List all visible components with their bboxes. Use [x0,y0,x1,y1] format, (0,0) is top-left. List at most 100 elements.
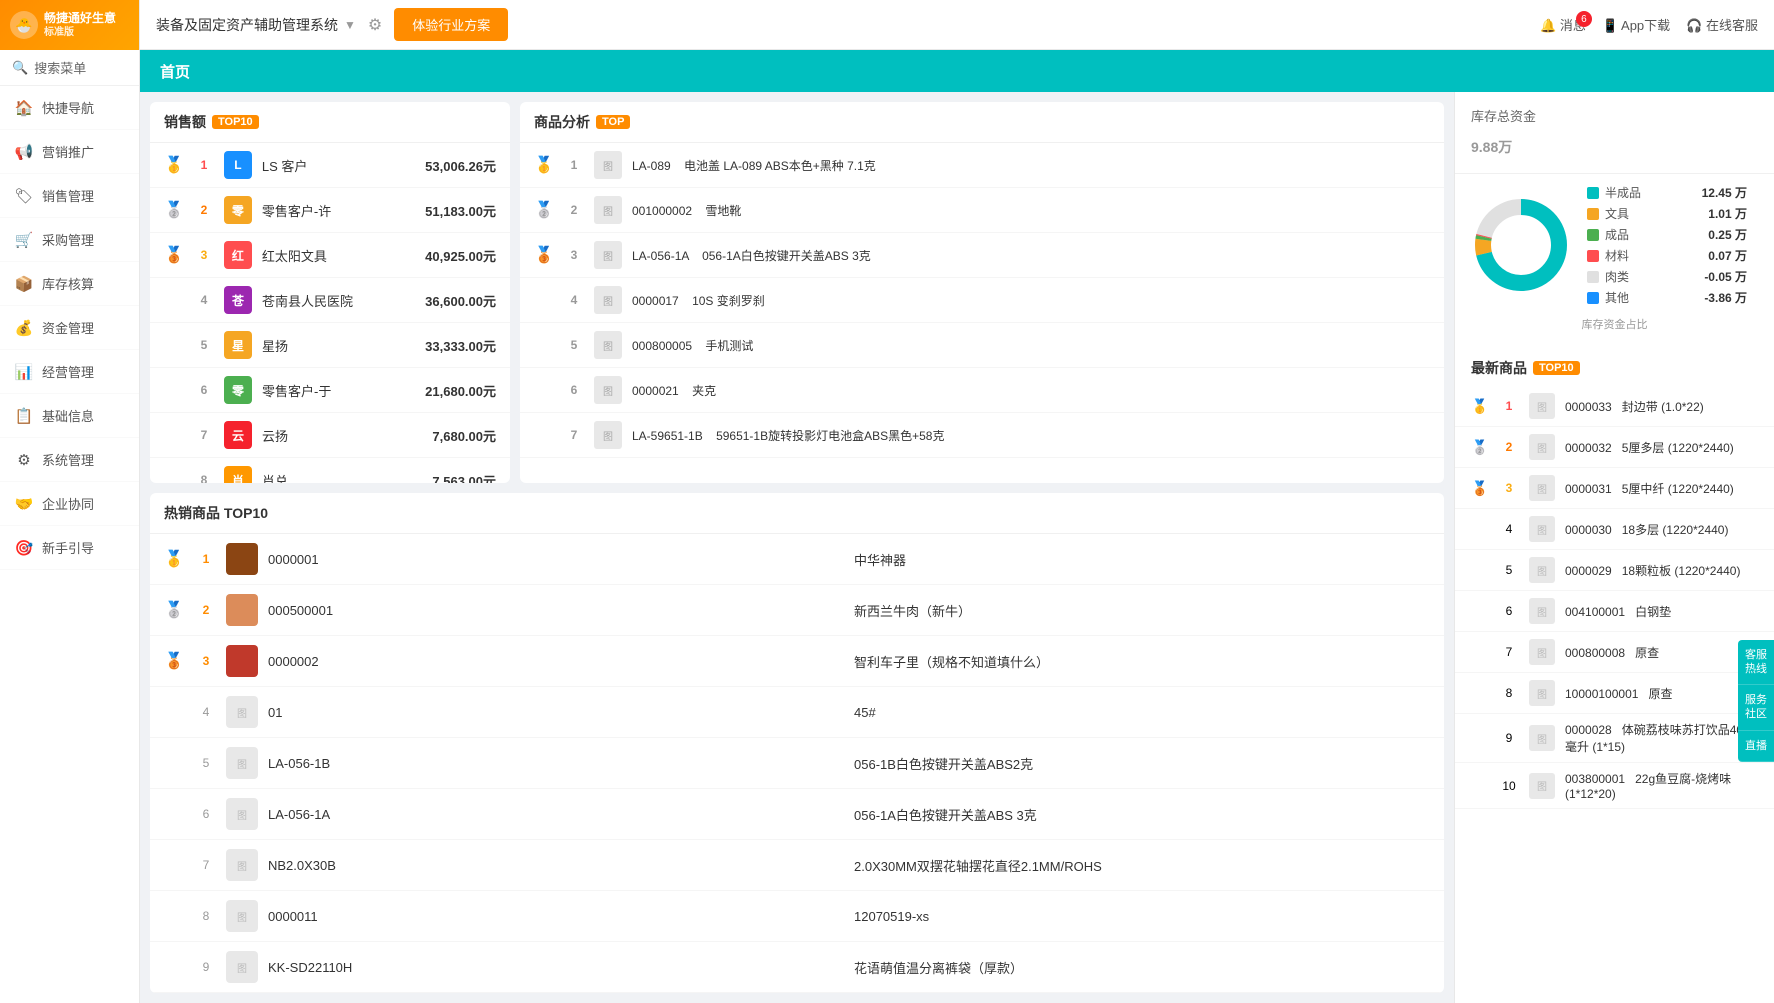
hot-list: 🥇 1 0000001 中华神器 🥈 2 000500001 新西兰牛肉（新牛）… [150,534,1444,993]
product-item: 4 图 0000017 10S 变刹罗刹 [520,278,1444,323]
product-rank: 7 [564,428,584,442]
new-product-code: 0000031 [1565,482,1612,496]
product-rank: 1 [564,158,584,172]
medal-icon: 🥇 [164,155,184,175]
right-panel: 库存总资金 9.88万 [1454,92,1774,1003]
product-medal: 🥈 [534,200,554,220]
hot-name: 新西兰牛肉（新牛） [854,601,1430,620]
sidebar-item-operations[interactable]: 📊经营管理 [0,350,139,394]
new-product-info: 0000030 18多层 (1220*2440) [1565,521,1758,538]
new-product-item: 7 图 000800008 原查 [1455,632,1774,673]
sales-ranking-header: 销售额 TOP10 [150,102,510,143]
app-download[interactable]: 📱 App下载 [1602,15,1670,34]
new-product-code: 0000032 [1565,441,1612,455]
inventory-amount: 9.88万 [1471,131,1758,159]
rank-amount: 51,183.00元 [425,201,496,220]
rank-amount: 33,333.00元 [425,336,496,355]
hot-products-header: 热销商品 TOP10 [150,493,1444,534]
hot-rank: 7 [196,858,216,872]
new-product-thumb: 图 [1529,557,1555,583]
new-product-item: 5 图 0000029 18颗粒板 (1220*2440) [1455,550,1774,591]
new-rank: 7 [1499,645,1519,659]
inventory-unit: 万 [1498,139,1512,155]
donut-chart [1471,195,1571,295]
hot-thumb [226,543,258,575]
new-product-thumb: 图 [1529,639,1555,665]
product-thumb: 图 [594,376,622,404]
sidebar-item-guide[interactable]: 🎯新手引导 [0,526,139,570]
gear-icon[interactable]: ⚙ [368,15,382,35]
new-products-label: 最新商品 [1471,358,1527,378]
rank-number: 5 [194,338,214,352]
hot-item: 4 图 01 45# [150,687,1444,738]
rank-amount: 53,006.26元 [425,156,496,175]
hot-name: 花语萌值温分离裤袋（厚款） [854,958,1430,977]
new-product-info: 0000028 体碗荔枝味苏打饮品400毫升 (1*15) [1565,721,1758,755]
nav-label-inventory: 库存核算 [42,274,94,293]
rank-avatar: 零 [224,376,252,404]
nav-icon-basics: 📋 [14,407,34,425]
product-name: 电池盖 LA-089 ABS本色+黑种 7.1克 [684,159,876,173]
medal-icon: 🥉 [164,245,184,265]
sidebar-item-sales[interactable]: 🏷销售管理 [0,174,139,218]
rank-item: 6 零 零售客户-于 21,680.00元 [150,368,510,413]
new-product-name: 原查 [1635,646,1659,660]
product-info: 0000021 夹克 [632,382,1430,399]
sidebar-item-system[interactable]: ⚙系统管理 [0,438,139,482]
nav-icon-system: ⚙ [14,451,34,469]
rank-avatar: 星 [224,331,252,359]
inventory-section: 库存总资金 9.88万 [1455,92,1774,174]
hot-code: KK-SD22110H [268,960,844,975]
hot-item: 9 图 KK-SD22110H 花语萌值温分离裤袋（厚款） [150,942,1444,993]
sidebar-item-marketing[interactable]: 📢营销推广 [0,130,139,174]
product-thumb: 图 [594,151,622,179]
new-product-thumb: 图 [1529,393,1555,419]
notification-bell[interactable]: 🔔 消息 6 [1540,15,1586,34]
nav-icon-quick-nav: 🏠 [14,99,34,117]
hot-item: 8 图 0000011 12070519-xs [150,891,1444,942]
legend-item: 材料 0.07 万 [1587,247,1747,264]
new-products-list: 🥇 1 图 0000033 封边带 (1.0*22) 🥈 2 图 0000032… [1455,386,1774,809]
new-rank: 1 [1499,399,1519,413]
product-info: LA-59651-1B 59651-1B旋转投影灯电池盒ABS黑色+58克 [632,427,1430,444]
logo-icon: 🐣 [10,11,38,39]
sidebar-item-inventory[interactable]: 📦库存核算 [0,262,139,306]
medal-icon: 🥈 [164,200,184,220]
float-btn-community[interactable]: 服务社区 [1738,685,1774,731]
app-download-label: App下载 [1621,18,1670,33]
float-btn-service[interactable]: 客服热线 [1738,640,1774,686]
hot-medal: 🥇 [164,549,186,569]
rank-avatar: 红 [224,241,252,269]
sidebar-item-purchase[interactable]: 🛒采购管理 [0,218,139,262]
product-info: 001000002 雪地靴 [632,202,1430,219]
product-code: 0000021 [632,384,679,398]
hot-name: 056-1B白色按键开关盖ABS2克 [854,754,1430,773]
hot-thumb: 图 [226,798,258,830]
product-item: 🥇 1 图 LA-089 电池盖 LA-089 ABS本色+黑种 7.1克 [520,143,1444,188]
sidebar-item-finance[interactable]: 💰资金管理 [0,306,139,350]
sales-ranking-badge: TOP10 [212,115,259,129]
online-service[interactable]: 🎧 在线客服 [1686,15,1758,34]
main-content: 装备及固定资产辅助管理系统 ▼ ⚙ 体验行业方案 🔔 消息 6 📱 App下载 … [140,0,1774,1003]
nav-label-finance: 资金管理 [42,318,94,337]
sidebar-item-basics[interactable]: 📋基础信息 [0,394,139,438]
rank-number: 7 [194,428,214,442]
experience-btn[interactable]: 体验行业方案 [394,8,508,41]
sidebar-item-quick-nav[interactable]: 🏠快捷导航 [0,86,139,130]
sidebar-search[interactable]: 🔍 搜索菜单 [0,50,139,86]
home-tab[interactable]: 首页 [160,61,190,82]
new-product-name: 18颗粒板 (1220*2440) [1622,564,1741,578]
float-btn-live[interactable]: 直播 [1738,731,1774,762]
rank-avatar: 肖 [224,466,252,483]
product-info: 0000017 10S 变刹罗刹 [632,292,1430,309]
new-rank: 5 [1499,563,1519,577]
rank-name: 肖总 [262,471,422,484]
rank-name: 苍南县人民医院 [262,291,415,310]
rank-number: 2 [194,203,214,217]
product-code: 001000002 [632,204,692,218]
sidebar-item-enterprise[interactable]: 🤝企业协同 [0,482,139,526]
new-product-code: 0000028 [1565,723,1612,737]
top-panels: 销售额 TOP10 🥇 1 L LS 客户 53,006.26元 🥈 2 零 零… [150,102,1444,483]
new-medal: 🥉 [1471,480,1489,497]
nav-icon-sales: 🏷 [14,187,34,205]
